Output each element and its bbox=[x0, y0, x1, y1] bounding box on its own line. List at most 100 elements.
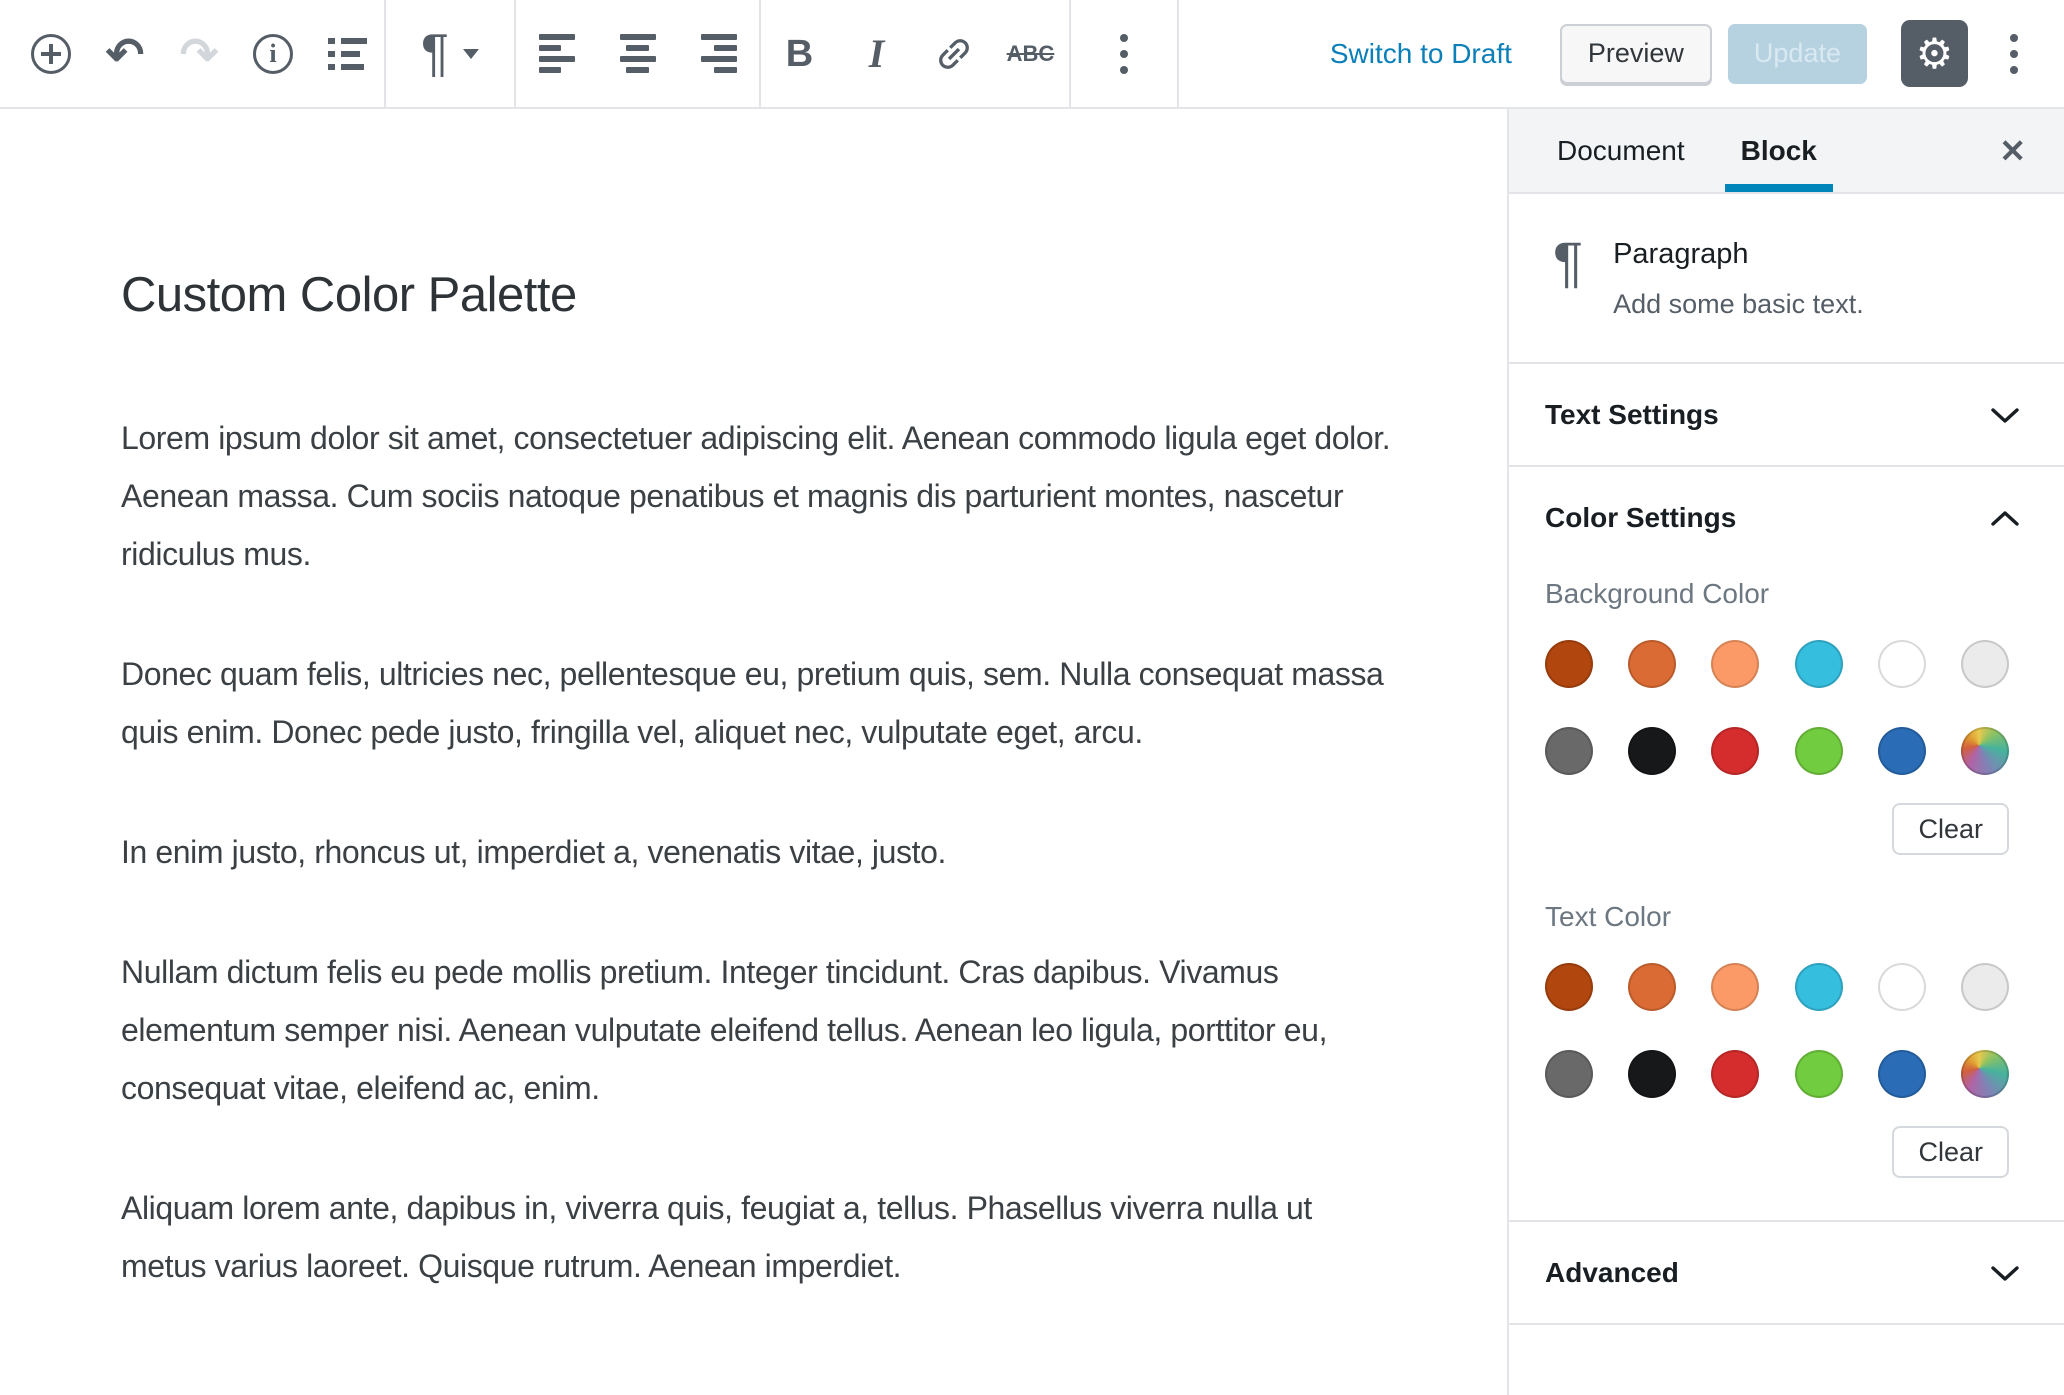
redo-icon: ↷ bbox=[179, 27, 219, 80]
chevron-up-icon bbox=[1991, 510, 2019, 526]
color-swatch-light-gray[interactable] bbox=[1960, 640, 2009, 688]
color-swatch-gray[interactable] bbox=[1545, 1050, 1593, 1098]
color-swatch-white[interactable] bbox=[1877, 963, 1926, 1011]
color-swatch-black[interactable] bbox=[1628, 727, 1677, 775]
panel-title: Text Settings bbox=[1545, 398, 1719, 430]
panel-color-settings: Color Settings Background Color Clear Te… bbox=[1509, 467, 2064, 1222]
paragraph-icon: ¶ bbox=[1553, 230, 1584, 293]
link-icon bbox=[938, 38, 969, 69]
text-color-palette bbox=[1545, 963, 2009, 1098]
close-icon: ✕ bbox=[1999, 132, 2026, 169]
color-swatch-custom-gradient[interactable] bbox=[1960, 727, 2009, 775]
color-swatch-cyan[interactable] bbox=[1794, 963, 1843, 1011]
italic-button[interactable]: I bbox=[838, 0, 915, 107]
align-center-icon bbox=[619, 34, 656, 73]
settings-button[interactable]: ⚙ bbox=[1901, 20, 1968, 87]
more-formatting-button[interactable] bbox=[1071, 0, 1177, 107]
align-right-icon bbox=[700, 34, 737, 73]
post-title[interactable]: Custom Color Palette bbox=[121, 267, 1395, 323]
background-color-palette bbox=[1545, 640, 2009, 775]
panel-title: Advanced bbox=[1545, 1256, 1679, 1288]
color-swatch-red[interactable] bbox=[1711, 1050, 1760, 1098]
plus-circle-icon bbox=[31, 33, 71, 74]
color-swatch-black[interactable] bbox=[1628, 1050, 1677, 1098]
block-navigation-button[interactable] bbox=[310, 0, 384, 107]
content-info-button[interactable]: i bbox=[236, 0, 310, 107]
color-swatch-light-gray[interactable] bbox=[1960, 963, 2009, 1011]
text-settings-toggle[interactable]: Text Settings bbox=[1509, 364, 2064, 465]
color-swatch-green[interactable] bbox=[1794, 727, 1843, 775]
switch-to-draft-button[interactable]: Switch to Draft bbox=[1324, 37, 1518, 71]
document-paragraph[interactable]: Aliquam lorem ante, dapibus in, viverra … bbox=[121, 1179, 1395, 1295]
sidebar-empty-area bbox=[1509, 1325, 2064, 1395]
color-swatch-blue[interactable] bbox=[1877, 727, 1926, 775]
more-formatting-group bbox=[1071, 0, 1179, 107]
bold-icon: B bbox=[785, 32, 814, 75]
block-inserter-button[interactable] bbox=[14, 0, 88, 107]
color-swatch-gray[interactable] bbox=[1545, 727, 1593, 775]
gear-icon: ⚙ bbox=[1915, 29, 1954, 77]
panel-advanced: Advanced bbox=[1509, 1222, 2064, 1325]
text-color-label: Text Color bbox=[1545, 901, 1672, 932]
link-button[interactable] bbox=[915, 0, 992, 107]
close-sidebar-button[interactable]: ✕ bbox=[1993, 134, 2032, 168]
panel-text-settings: Text Settings bbox=[1509, 364, 2064, 467]
color-settings-body: Background Color Clear Text Color Clear bbox=[1509, 578, 2064, 1220]
sidebar-tabs: Document Block ✕ bbox=[1509, 109, 2064, 194]
align-left-icon bbox=[538, 34, 575, 73]
formatting-group: B I ABC bbox=[761, 0, 1071, 107]
bold-button[interactable]: B bbox=[761, 0, 838, 107]
color-swatch-cyan[interactable] bbox=[1794, 640, 1843, 688]
block-card-text: Paragraph Add some basic text. bbox=[1613, 232, 1864, 320]
settings-sidebar: Document Block ✕ ¶ Paragraph Add some ba… bbox=[1507, 109, 2064, 1395]
kebab-menu-icon bbox=[2010, 33, 2018, 74]
color-swatch-white[interactable] bbox=[1877, 640, 1926, 688]
color-swatch-custom-gradient[interactable] bbox=[1960, 1050, 2009, 1098]
align-right-button[interactable] bbox=[678, 0, 759, 107]
kebab-menu-icon bbox=[1120, 33, 1128, 74]
clear-text-color-button[interactable]: Clear bbox=[1892, 1126, 2009, 1178]
post-content: Lorem ipsum dolor sit amet, consectetuer… bbox=[121, 409, 1395, 1295]
document-paragraph[interactable]: Lorem ipsum dolor sit amet, consectetuer… bbox=[121, 409, 1395, 583]
block-type-switcher-button[interactable]: ¶ bbox=[386, 0, 514, 107]
align-center-button[interactable] bbox=[597, 0, 678, 107]
color-swatch-blue[interactable] bbox=[1877, 1050, 1926, 1098]
color-swatch-salmon[interactable] bbox=[1711, 963, 1760, 1011]
clear-row: Clear bbox=[1545, 803, 2009, 855]
block-card: ¶ Paragraph Add some basic text. bbox=[1509, 194, 2064, 364]
color-swatch-salmon[interactable] bbox=[1711, 640, 1760, 688]
panel-title: Color Settings bbox=[1545, 501, 1737, 533]
preview-button[interactable]: Preview bbox=[1559, 23, 1712, 84]
color-swatch-orange[interactable] bbox=[1628, 640, 1677, 688]
align-left-button[interactable] bbox=[516, 0, 597, 107]
color-swatch-burnt-orange[interactable] bbox=[1545, 963, 1593, 1011]
clear-row: Clear bbox=[1545, 1126, 2009, 1178]
advanced-toggle[interactable]: Advanced bbox=[1509, 1222, 2064, 1323]
clear-background-color-button[interactable]: Clear bbox=[1892, 803, 2009, 855]
show-more-tools-button[interactable] bbox=[1992, 0, 2036, 107]
editor-body: Custom Color Palette Lorem ipsum dolor s… bbox=[0, 109, 2064, 1395]
undo-icon: ↶ bbox=[105, 27, 145, 80]
info-icon: i bbox=[253, 33, 293, 74]
strikethrough-button[interactable]: ABC bbox=[992, 0, 1069, 107]
document-paragraph[interactable]: Donec quam felis, ultricies nec, pellent… bbox=[121, 645, 1395, 761]
block-card-title: Paragraph bbox=[1613, 238, 1749, 270]
block-navigation-icon bbox=[327, 37, 367, 70]
tab-block[interactable]: Block bbox=[1713, 109, 1845, 192]
tab-document[interactable]: Document bbox=[1529, 109, 1713, 192]
color-swatch-burnt-orange[interactable] bbox=[1545, 640, 1593, 688]
editor-canvas: Custom Color Palette Lorem ipsum dolor s… bbox=[0, 109, 1507, 1395]
toolbar-nav-group: ↶ ↷ i bbox=[0, 0, 386, 107]
color-swatch-red[interactable] bbox=[1711, 727, 1760, 775]
update-button[interactable]: Update bbox=[1727, 23, 1867, 84]
chevron-down-icon bbox=[1991, 1265, 2019, 1281]
color-swatch-orange[interactable] bbox=[1628, 963, 1677, 1011]
color-settings-toggle[interactable]: Color Settings bbox=[1509, 467, 2064, 568]
document-paragraph[interactable]: In enim justo, rhoncus ut, imperdiet a, … bbox=[121, 823, 1395, 881]
wordpress-block-editor: ↶ ↷ i ¶ B I ABC Switch to Draft Preview … bbox=[0, 0, 2064, 1395]
redo-button[interactable]: ↷ bbox=[162, 0, 236, 107]
document-paragraph[interactable]: Nullam dictum felis eu pede mollis preti… bbox=[121, 943, 1395, 1117]
color-swatch-green[interactable] bbox=[1794, 1050, 1843, 1098]
background-color-label: Background Color bbox=[1545, 578, 1770, 609]
undo-button[interactable]: ↶ bbox=[88, 0, 162, 107]
